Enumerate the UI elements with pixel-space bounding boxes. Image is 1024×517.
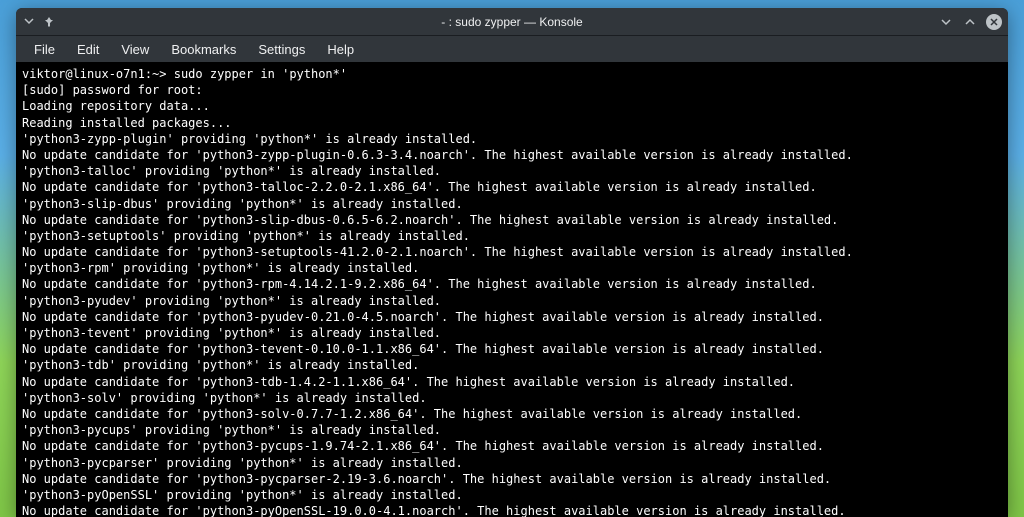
titlebar-left	[22, 15, 102, 29]
menu-help[interactable]: Help	[317, 38, 364, 61]
terminal-output-line: No update candidate for 'python3-tdb-1.4…	[22, 374, 1002, 390]
titlebar[interactable]: - : sudo zypper — Konsole	[16, 8, 1008, 36]
terminal-output-line: 'python3-rpm' providing 'python*' is alr…	[22, 260, 1002, 276]
menubar: File Edit View Bookmarks Settings Help	[16, 36, 1008, 62]
terminal-output-line: 'python3-pycparser' providing 'python*' …	[22, 455, 1002, 471]
titlebar-right	[922, 14, 1002, 30]
terminal-output-line: No update candidate for 'python3-pycpars…	[22, 471, 1002, 487]
menu-file[interactable]: File	[24, 38, 65, 61]
terminal-output-line: No update candidate for 'python3-solv-0.…	[22, 406, 1002, 422]
minimize-button[interactable]	[938, 14, 954, 30]
konsole-window: - : sudo zypper — Konsole File Edit View…	[16, 8, 1008, 517]
terminal-area[interactable]: viktor@linux-o7n1:~> sudo zypper in 'pyt…	[16, 62, 1008, 517]
terminal-output-line: No update candidate for 'python3-pyOpenS…	[22, 503, 1002, 517]
terminal-output-line: 'python3-solv' providing 'python*' is al…	[22, 390, 1002, 406]
menu-edit[interactable]: Edit	[67, 38, 109, 61]
prompt-line: viktor@linux-o7n1:~> sudo zypper in 'pyt…	[22, 66, 1002, 82]
terminal-output-line: No update candidate for 'python3-talloc-…	[22, 179, 1002, 195]
terminal-output-line: 'python3-zypp-plugin' providing 'python*…	[22, 131, 1002, 147]
terminal-output-line: Loading repository data...	[22, 98, 1002, 114]
terminal-output-line: 'python3-talloc' providing 'python*' is …	[22, 163, 1002, 179]
maximize-button[interactable]	[962, 14, 978, 30]
close-button[interactable]	[986, 14, 1002, 30]
terminal-output-line: No update candidate for 'python3-pycups-…	[22, 438, 1002, 454]
terminal-output-line: 'python3-setuptools' providing 'python*'…	[22, 228, 1002, 244]
terminal-output-line: No update candidate for 'python3-zypp-pl…	[22, 147, 1002, 163]
terminal-output-line: 'python3-slip-dbus' providing 'python*' …	[22, 196, 1002, 212]
prompt-text: viktor@linux-o7n1:~>	[22, 67, 174, 81]
menu-bookmarks[interactable]: Bookmarks	[161, 38, 246, 61]
terminal-output-line: No update candidate for 'python3-pyudev-…	[22, 309, 1002, 325]
terminal-output-line: [sudo] password for root:	[22, 82, 1002, 98]
terminal-output-line: No update candidate for 'python3-tevent-…	[22, 341, 1002, 357]
command-text: sudo zypper in 'python*'	[174, 67, 347, 81]
terminal-output-line: Reading installed packages...	[22, 115, 1002, 131]
terminal-output-line: 'python3-pyudev' providing 'python*' is …	[22, 293, 1002, 309]
terminal-output-line: 'python3-tdb' providing 'python*' is alr…	[22, 357, 1002, 373]
terminal-output-line: 'python3-pyOpenSSL' providing 'python*' …	[22, 487, 1002, 503]
terminal-output-line: No update candidate for 'python3-slip-db…	[22, 212, 1002, 228]
window-title: - : sudo zypper — Konsole	[102, 15, 922, 29]
terminal-output-line: No update candidate for 'python3-setupto…	[22, 244, 1002, 260]
terminal-output-line: 'python3-tevent' providing 'python*' is …	[22, 325, 1002, 341]
pin-icon[interactable]	[42, 15, 56, 29]
terminal-output-line: No update candidate for 'python3-rpm-4.1…	[22, 276, 1002, 292]
terminal-output-line: 'python3-pycups' providing 'python*' is …	[22, 422, 1002, 438]
app-menu-icon[interactable]	[22, 15, 36, 29]
menu-settings[interactable]: Settings	[248, 38, 315, 61]
menu-view[interactable]: View	[111, 38, 159, 61]
